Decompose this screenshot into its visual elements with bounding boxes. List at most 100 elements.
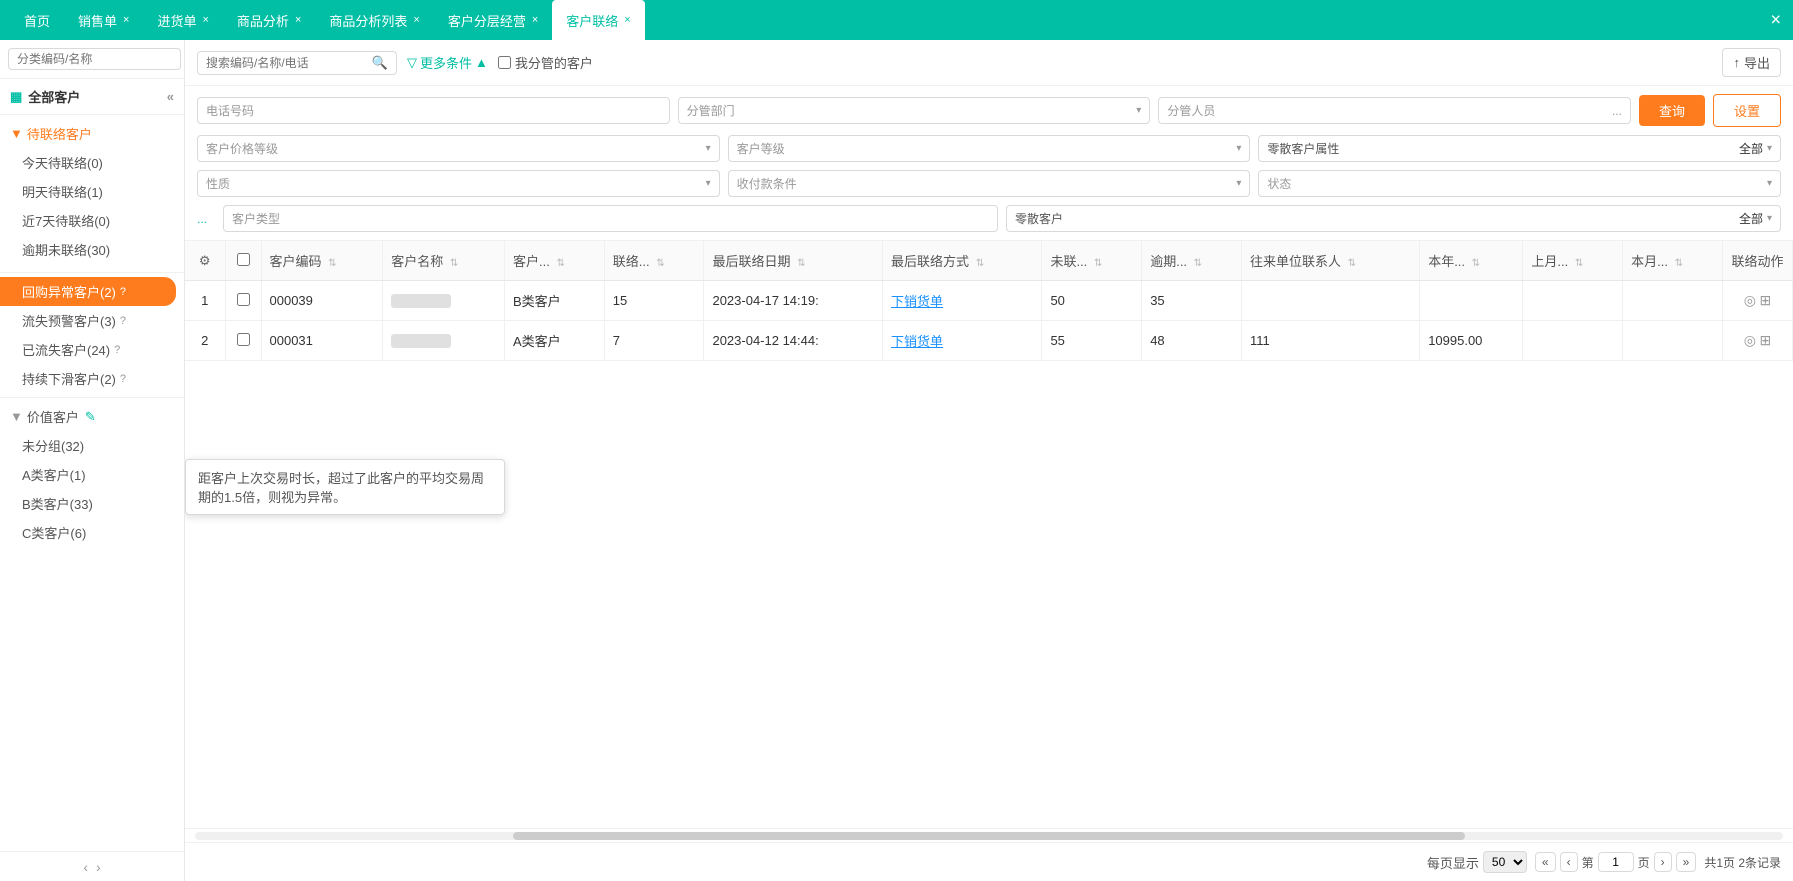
sidebar-item-lost-prospect[interactable]: 流失预警客户(3) ? xyxy=(0,306,184,335)
value-group-title[interactable]: ▼ 价值客户 ✎ xyxy=(0,402,184,431)
cell-this-month-2 xyxy=(1623,321,1723,361)
gender-filter[interactable]: 性质 ▾ xyxy=(197,170,720,197)
retail-attr-filter[interactable]: 零散客户属性 全部 ▾ xyxy=(1258,135,1781,162)
row-1-action1-icon[interactable]: ◎ xyxy=(1744,292,1756,308)
phone-filter[interactable]: 电话号码 xyxy=(197,97,670,124)
manager-filter[interactable]: 分管人员 ... xyxy=(1158,97,1631,124)
th-customer-type: 客户... ⇅ xyxy=(504,241,604,281)
pending-group-title[interactable]: ▼ 待联络客户 xyxy=(0,119,184,148)
row-2-action2-icon[interactable]: ⊞ xyxy=(1760,332,1772,348)
search-input[interactable] xyxy=(206,56,372,70)
nav-customer-contact-close[interactable]: × xyxy=(624,14,630,26)
nav-item-customer-contact[interactable]: 客户联络 × xyxy=(552,0,644,40)
method-sort-icon[interactable]: ⇅ xyxy=(976,258,984,269)
sidebar-item-today-pending[interactable]: 今天待联络(0) xyxy=(0,148,184,177)
dept-filter[interactable]: 分管部门 ▾ xyxy=(678,97,1151,124)
sidebar-item-class-a[interactable]: A类客户(1) xyxy=(0,460,184,489)
sidebar-collapse-icon[interactable]: « xyxy=(167,89,174,104)
toolbar-search-icon[interactable]: 🔍 xyxy=(372,55,388,71)
sidebar-scroll-left[interactable]: ‹ xyxy=(83,859,88,875)
last-page-button[interactable]: » xyxy=(1676,852,1697,872)
cell-check-2[interactable] xyxy=(225,321,261,361)
arrow-down-icon: ▼ xyxy=(10,126,23,141)
close-all-tabs-button[interactable]: × xyxy=(1770,10,1781,31)
nav-item-purchase[interactable]: 进货单 × xyxy=(143,0,222,40)
last-month-sort-icon[interactable]: ⇅ xyxy=(1575,258,1583,269)
nav-item-customer-mgmt[interactable]: 客户分层经营 × xyxy=(434,0,552,40)
sidebar-item-already-lost[interactable]: 已流失客户(24) ? xyxy=(0,335,184,364)
sidebar-item-week-pending[interactable]: 近7天待联络(0) xyxy=(0,206,184,235)
row-2-checkbox[interactable] xyxy=(237,333,250,346)
row-2-action1-icon[interactable]: ◎ xyxy=(1744,332,1756,348)
name-sort-icon[interactable]: ⇅ xyxy=(450,258,458,269)
pagination-bar: 每页显示 50 « ‹ 第 页 › » 共1页 2条记录 xyxy=(185,842,1793,881)
nav-analysis-list-close[interactable]: × xyxy=(413,14,419,26)
my-customers-checkbox[interactable] xyxy=(498,56,511,69)
prev-page-button[interactable]: ‹ xyxy=(1560,852,1578,872)
code-sort-icon[interactable]: ⇅ xyxy=(328,258,336,269)
price-grade-filter[interactable]: 客户价格等级 ▾ xyxy=(197,135,720,162)
scrollbar-track xyxy=(195,832,1783,840)
select-all-checkbox[interactable] xyxy=(237,253,250,266)
retail-customer-filter[interactable]: 零散客户 全部 ▾ xyxy=(1006,205,1781,232)
data-table: ⚙ 客户编码 ⇅ 客户名称 ⇅ xyxy=(185,241,1793,361)
contact-sort-icon[interactable]: ⇅ xyxy=(656,258,664,269)
export-button[interactable]: ↑ 导出 xyxy=(1722,48,1781,77)
payment-filter[interactable]: 收付款条件 ▾ xyxy=(728,170,1251,197)
sidebar-item-tomorrow-pending[interactable]: 明天待联络(1) xyxy=(0,177,184,206)
nav-item-analysis[interactable]: 商品分析 × xyxy=(223,0,315,40)
page-input[interactable] xyxy=(1598,852,1634,872)
per-page-select[interactable]: 50 xyxy=(1483,851,1527,873)
nav-purchase-close[interactable]: × xyxy=(202,14,208,26)
sidebar-item-class-b[interactable]: B类客户(33) xyxy=(0,489,184,518)
row-1-checkbox[interactable] xyxy=(237,293,250,306)
retail-attr-arrow-icon: ▾ xyxy=(1767,143,1772,154)
customer-grade-filter[interactable]: 客户等级 ▾ xyxy=(728,135,1251,162)
nav-item-sales[interactable]: 销售单 × xyxy=(64,0,143,40)
row-1-action2-icon[interactable]: ⊞ xyxy=(1760,292,1772,308)
sidebar-item-class-c[interactable]: C类客户(6) xyxy=(0,518,184,547)
more-conditions-button[interactable]: ▽ 更多条件 ▲ xyxy=(407,53,488,72)
scrollbar-thumb[interactable] xyxy=(513,832,1466,840)
value-arrow-icon: ▼ xyxy=(10,409,23,424)
nav-customer-mgmt-close[interactable]: × xyxy=(532,14,538,26)
contacts-sort-icon[interactable]: ⇅ xyxy=(1348,258,1356,269)
th-contacts: 往来单位联系人 ⇅ xyxy=(1241,241,1419,281)
th-gear[interactable]: ⚙ xyxy=(185,241,225,281)
cell-check-1[interactable] xyxy=(225,281,261,321)
sidebar-item-ungrouped[interactable]: 未分组(32) xyxy=(0,431,184,460)
this-month-sort-icon[interactable]: ⇅ xyxy=(1675,258,1683,269)
nav-item-home[interactable]: 首页 xyxy=(10,0,64,40)
main-layout: 🔍 ▦ 全部客户 « ▼ 待联络客户 今天待联络(0) 明天待联络(1) 近7天… xyxy=(0,40,1793,881)
th-check[interactable] xyxy=(225,241,261,281)
nav-analysis-close[interactable]: × xyxy=(295,14,301,26)
unlisted-sort-icon[interactable]: ⇅ xyxy=(1094,258,1102,269)
method-link-2[interactable]: 下销货单 xyxy=(891,334,943,349)
value-group-edit-icon[interactable]: ✎ xyxy=(85,409,96,425)
overdue-sort-icon[interactable]: ⇅ xyxy=(1194,258,1202,269)
first-page-button[interactable]: « xyxy=(1535,852,1556,872)
my-customers-checkbox-area[interactable]: 我分管的客户 xyxy=(498,53,593,72)
settings-button[interactable]: 设置 xyxy=(1713,94,1781,127)
this-year-sort-icon[interactable]: ⇅ xyxy=(1472,258,1480,269)
cell-method-1[interactable]: 下销货单 xyxy=(883,281,1042,321)
status-filter[interactable]: 状态 ▾ xyxy=(1258,170,1781,197)
next-page-button[interactable]: › xyxy=(1654,852,1672,872)
sidebar-item-repurchase-abnormal[interactable]: 回购异常客户(2) ? xyxy=(0,277,176,306)
customer-type-filter[interactable]: 客户类型 xyxy=(223,205,998,232)
all-customers-title[interactable]: ▦ 全部客户 « xyxy=(0,79,184,115)
sidebar-search-input[interactable] xyxy=(8,48,181,70)
method-link-1[interactable]: 下销货单 xyxy=(891,294,943,309)
horizontal-scrollbar[interactable] xyxy=(185,828,1793,842)
sidebar-item-overdue-pending[interactable]: 逾期未联络(30) xyxy=(0,235,184,264)
nav-item-analysis-list[interactable]: 商品分析列表 × xyxy=(315,0,433,40)
type-sort-icon[interactable]: ⇅ xyxy=(556,258,564,269)
column-settings-icon[interactable]: ⚙ xyxy=(199,253,211,268)
sidebar-scroll-right[interactable]: › xyxy=(96,859,101,875)
query-button[interactable]: 查询 xyxy=(1639,95,1705,126)
filter-more-button[interactable]: ... xyxy=(197,212,207,226)
date-sort-icon[interactable]: ⇅ xyxy=(797,258,805,269)
sidebar-item-sustain-drop[interactable]: 持续下滑客户(2) ? xyxy=(0,364,184,393)
cell-method-2[interactable]: 下销货单 xyxy=(883,321,1042,361)
nav-sales-close[interactable]: × xyxy=(123,14,129,26)
